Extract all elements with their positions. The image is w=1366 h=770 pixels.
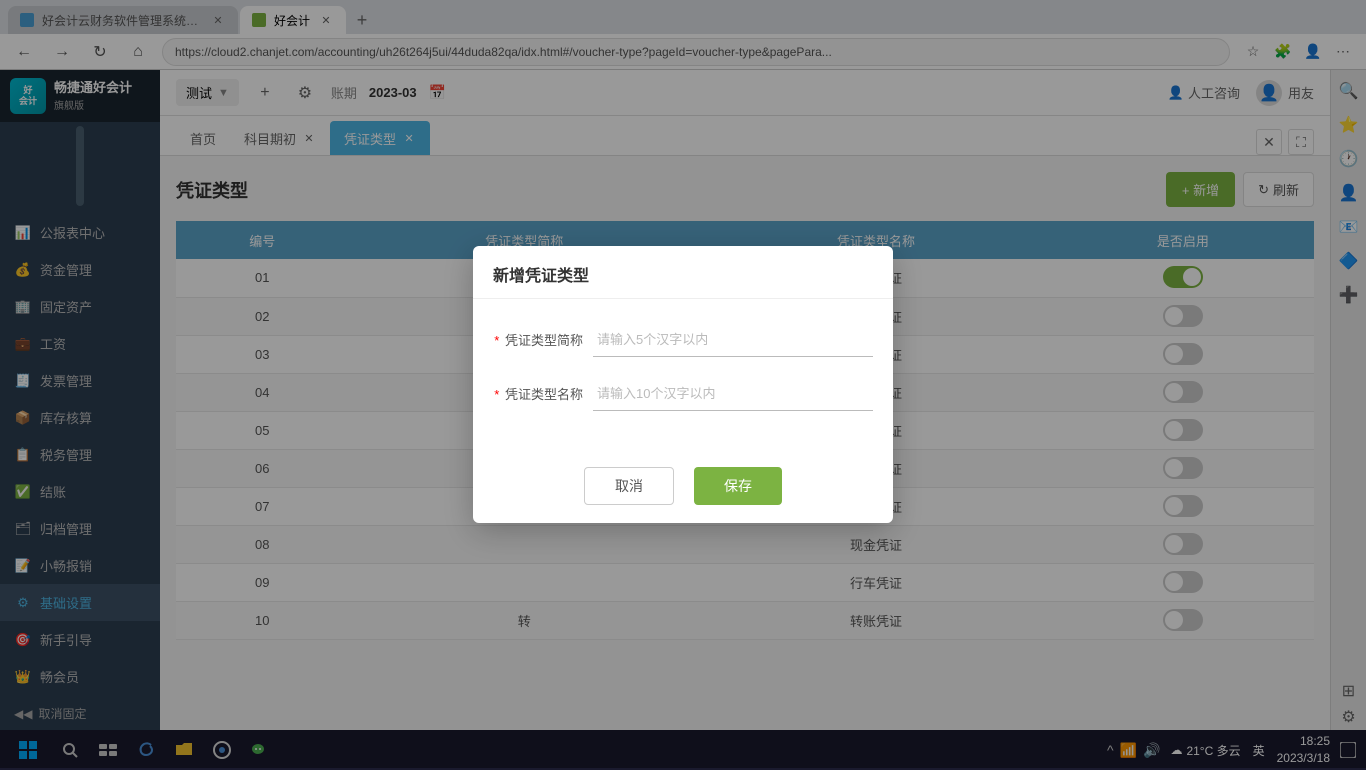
form-row-short: * 凭证类型简称 — [493, 323, 873, 357]
form-row-name: * 凭证类型名称 — [493, 377, 873, 411]
modal-body: * 凭证类型简称 * 凭证类型名称 — [473, 299, 893, 455]
add-voucher-modal: 新增凭证类型 * 凭证类型简称 * 凭证类型名称 取消 — [473, 246, 893, 523]
short-name-input[interactable] — [593, 323, 873, 357]
modal-overlay: 新增凭证类型 * 凭证类型简称 * 凭证类型名称 取消 — [0, 0, 1366, 768]
modal-footer: 取消 保存 — [473, 455, 893, 523]
modal-header: 新增凭证类型 — [473, 246, 893, 299]
short-label-text: 凭证类型简称 — [505, 333, 583, 348]
required-mark-1: * — [494, 333, 499, 348]
save-button[interactable]: 保存 — [694, 467, 782, 505]
cancel-label: 取消 — [615, 478, 643, 494]
cancel-button[interactable]: 取消 — [584, 467, 674, 505]
modal-title: 新增凭证类型 — [493, 268, 589, 285]
full-name-input[interactable] — [593, 377, 873, 411]
save-label: 保存 — [724, 478, 752, 494]
name-label: * 凭证类型名称 — [493, 384, 593, 403]
required-mark-2: * — [494, 387, 499, 402]
short-label: * 凭证类型简称 — [493, 330, 593, 349]
name-label-text: 凭证类型名称 — [505, 387, 583, 402]
